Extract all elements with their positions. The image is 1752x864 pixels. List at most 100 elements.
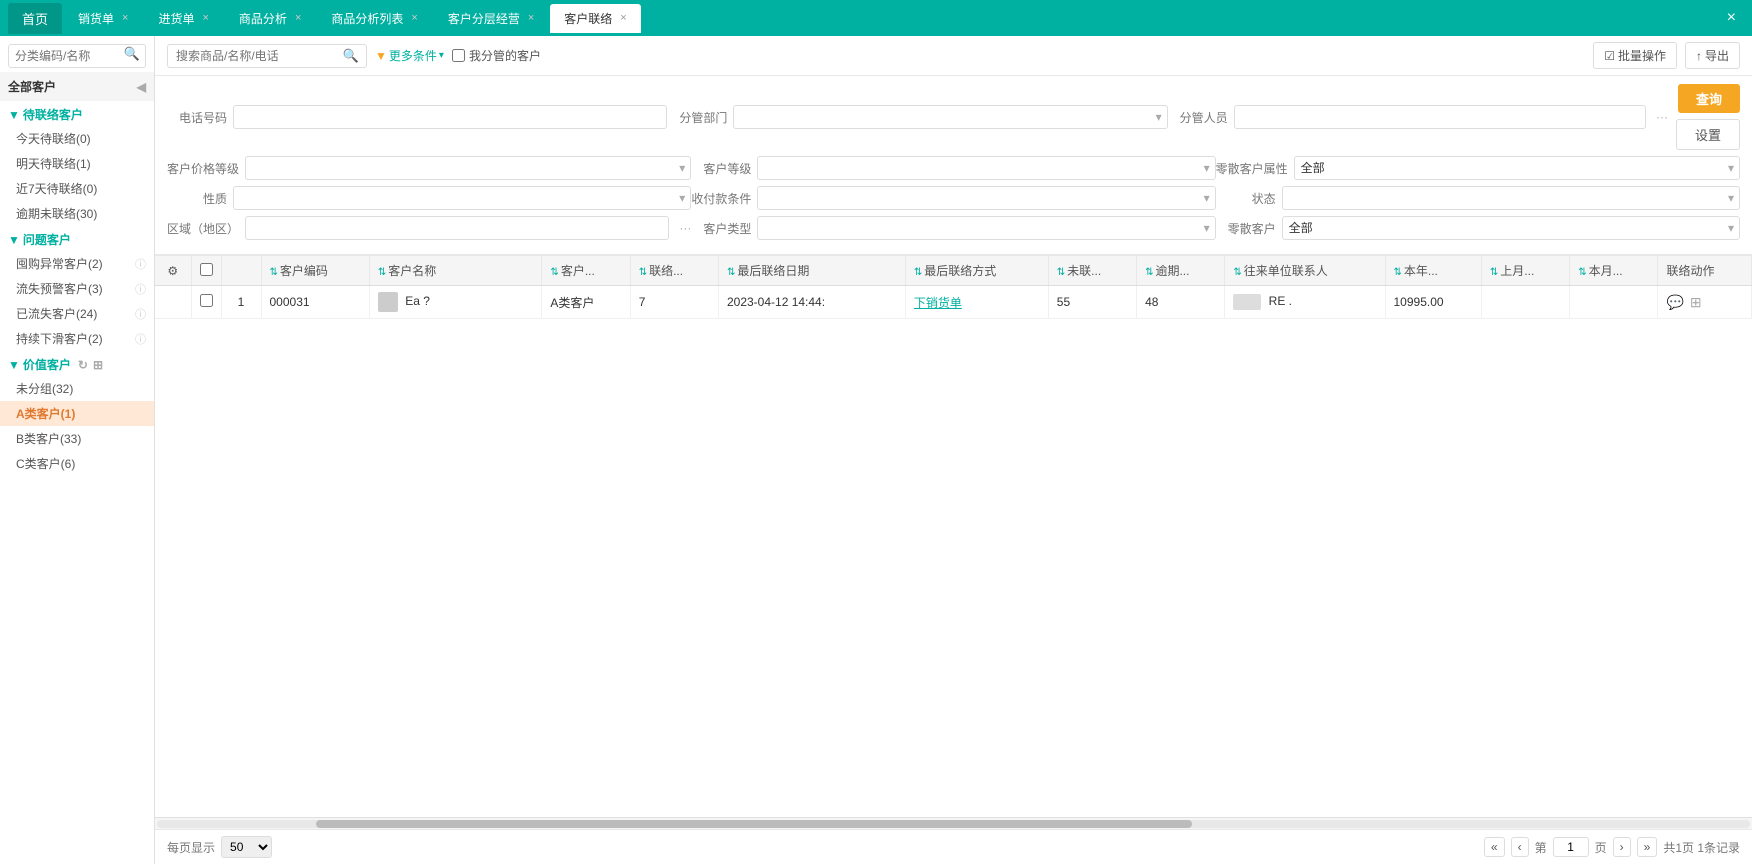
- batch-op-button[interactable]: ☑ 批量操作: [1593, 42, 1677, 69]
- qr-icon[interactable]: ⊞: [1690, 294, 1702, 311]
- this-year-sort-icon[interactable]: ⇅: [1394, 267, 1402, 278]
- select-all-checkbox[interactable]: [200, 263, 213, 276]
- gear-icon[interactable]: ⚙: [167, 264, 178, 278]
- page-input[interactable]: [1553, 837, 1589, 857]
- value-settings-icon[interactable]: ⊞: [93, 358, 103, 372]
- sidebar-item-ungroup[interactable]: 未分组(32): [0, 376, 154, 401]
- contact-count-sort-icon[interactable]: ⇅: [639, 267, 647, 278]
- close-goods-analysis-icon[interactable]: ×: [295, 12, 301, 24]
- my-customers-checkbox-label[interactable]: 我分管的客户: [452, 47, 541, 64]
- cell-checkbox[interactable]: [191, 286, 221, 319]
- per-page-label: 每页显示: [167, 839, 215, 856]
- status-select[interactable]: [1282, 186, 1740, 210]
- tab-customer-layer[interactable]: 客户分层经营 ×: [434, 4, 548, 33]
- customer-grade-select[interactable]: [757, 156, 1215, 180]
- retail-customer-select[interactable]: 全部: [1282, 216, 1740, 240]
- action-icons: 💬 ⊞: [1666, 294, 1743, 311]
- region-dots-icon[interactable]: ···: [679, 221, 691, 235]
- last-month-sort-icon[interactable]: ⇅: [1490, 267, 1498, 278]
- manager-dots-icon[interactable]: ···: [1656, 110, 1668, 124]
- close-customer-contact-icon[interactable]: ×: [620, 12, 626, 24]
- close-customer-layer-icon[interactable]: ×: [528, 12, 534, 24]
- col-last-method: ⇅最后联络方式: [905, 256, 1048, 286]
- nature-select[interactable]: [233, 186, 691, 210]
- manager-input[interactable]: [1234, 105, 1646, 129]
- sidebar-item-churned[interactable]: 已流失客户(24) ⓘ: [0, 301, 154, 326]
- message-icon[interactable]: 💬: [1666, 294, 1683, 311]
- grade-sort-icon[interactable]: ⇅: [550, 267, 558, 278]
- next-page-button[interactable]: ›: [1613, 837, 1631, 857]
- horizontal-scrollbar[interactable]: [155, 817, 1752, 829]
- cell-grade: A类客户: [542, 286, 630, 319]
- col-this-month: ⇅本月...: [1570, 256, 1658, 286]
- value-refresh-icon[interactable]: ↻: [78, 358, 88, 372]
- sidebar-item-churn-warning[interactable]: 流失预警客户(3) ⓘ: [0, 276, 154, 301]
- customer-type-select[interactable]: [757, 216, 1215, 240]
- last-method-link[interactable]: 下销货单: [914, 296, 962, 310]
- payment-label: 收付款条件: [691, 190, 751, 207]
- prev-page-button[interactable]: ‹: [1511, 837, 1529, 857]
- retail-attr-select[interactable]: 全部: [1294, 156, 1740, 180]
- sidebar-all-customers-header[interactable]: 全部客户 ◀: [0, 72, 154, 101]
- tab-goods-list[interactable]: 商品分析列表 ×: [317, 4, 431, 33]
- query-button[interactable]: 查询: [1678, 84, 1740, 113]
- filter-search-input[interactable]: [167, 44, 367, 68]
- sidebar-item-c-class[interactable]: C类客户(6): [0, 451, 154, 476]
- main-layout: 🔍 全部客户 ◀ ▼ 待联络客户 今天待联络(0) 明天待联络(1) 近7天待联…: [0, 36, 1752, 864]
- sidebar-item-declining[interactable]: 持续下滑客户(2) ⓘ: [0, 326, 154, 351]
- first-page-button[interactable]: «: [1484, 837, 1505, 857]
- tab-customer-contact[interactable]: 客户联络 ×: [550, 4, 640, 33]
- name-sort-icon[interactable]: ⇅: [378, 267, 386, 278]
- sidebar-item-7days[interactable]: 近7天待联络(0): [0, 176, 154, 201]
- last-date-sort-icon[interactable]: ⇅: [727, 267, 735, 278]
- batch-op-icon: ☑: [1604, 49, 1615, 63]
- last-page-button[interactable]: »: [1637, 837, 1658, 857]
- tab-goods-analysis[interactable]: 商品分析 ×: [225, 4, 315, 33]
- close-all-button[interactable]: ×: [1719, 5, 1744, 31]
- code-sort-icon[interactable]: ⇅: [270, 267, 278, 278]
- hoarding-info-icon: ⓘ: [135, 256, 146, 272]
- sidebar-item-today[interactable]: 今天待联络(0): [0, 126, 154, 151]
- last-method-sort-icon[interactable]: ⇅: [914, 267, 922, 278]
- close-purchase-icon[interactable]: ×: [202, 12, 208, 24]
- sidebar-search-icon: 🔍: [124, 46, 140, 62]
- no-contact-sort-icon[interactable]: ⇅: [1057, 267, 1065, 278]
- payment-select[interactable]: [757, 186, 1215, 210]
- my-customers-checkbox[interactable]: [452, 49, 465, 62]
- table-wrap: ⚙ ⇅客户编码 ⇅客户名称 ⇅客户... ⇅联络... ⇅最后联络日期 ⇅最后联…: [155, 255, 1752, 817]
- tab-home[interactable]: 首页: [8, 3, 62, 34]
- col-checkbox[interactable]: [191, 256, 221, 286]
- filter-form: 电话号码 分管部门 ▾ 分管人员 ··· 查询 设置: [155, 76, 1752, 255]
- export-button[interactable]: ↑ 导出: [1685, 42, 1740, 69]
- per-page-select[interactable]: 50 100: [221, 836, 272, 858]
- scrollbar-track[interactable]: [157, 820, 1750, 828]
- col-settings[interactable]: ⚙: [155, 256, 191, 286]
- tab-sales[interactable]: 销货单 ×: [64, 4, 142, 33]
- scrollbar-thumb[interactable]: [316, 820, 1192, 828]
- filter-row-1: 电话号码 分管部门 ▾ 分管人员 ··· 查询 设置: [167, 84, 1740, 150]
- price-grade-select[interactable]: [245, 156, 691, 180]
- sidebar-collapse-icon[interactable]: ◀: [137, 80, 146, 94]
- this-month-sort-icon[interactable]: ⇅: [1578, 267, 1586, 278]
- price-grade-label: 客户价格等级: [167, 160, 239, 177]
- filter-more-button[interactable]: ▼ 更多条件 ▾: [375, 47, 444, 64]
- sidebar-item-a-class[interactable]: A类客户(1): [0, 401, 154, 426]
- sidebar-item-b-class[interactable]: B类客户(33): [0, 426, 154, 451]
- sidebar-item-tomorrow[interactable]: 明天待联络(1): [0, 151, 154, 176]
- settings-button[interactable]: 设置: [1676, 119, 1740, 150]
- content-area: 🔍 ▼ 更多条件 ▾ 我分管的客户 ☑ 批量操作 ↑ 导出: [155, 36, 1752, 864]
- col-name: ⇅客户名称: [369, 256, 542, 286]
- dept-select[interactable]: [733, 105, 1167, 129]
- sidebar-item-hoarding[interactable]: 囤购异常客户(2) ⓘ: [0, 251, 154, 276]
- sidebar-item-overdue[interactable]: 逾期未联络(30): [0, 201, 154, 226]
- tab-purchase[interactable]: 进货单 ×: [144, 4, 222, 33]
- close-goods-list-icon[interactable]: ×: [411, 12, 417, 24]
- overdue-sort-icon[interactable]: ⇅: [1145, 267, 1153, 278]
- phone-input[interactable]: [233, 105, 667, 129]
- region-input[interactable]: [245, 216, 669, 240]
- close-sales-icon[interactable]: ×: [122, 12, 128, 24]
- cell-contacts: RE .: [1225, 286, 1385, 319]
- contact-badge: [1233, 294, 1261, 310]
- contacts-sort-icon[interactable]: ⇅: [1233, 267, 1241, 278]
- row-checkbox[interactable]: [200, 294, 213, 307]
